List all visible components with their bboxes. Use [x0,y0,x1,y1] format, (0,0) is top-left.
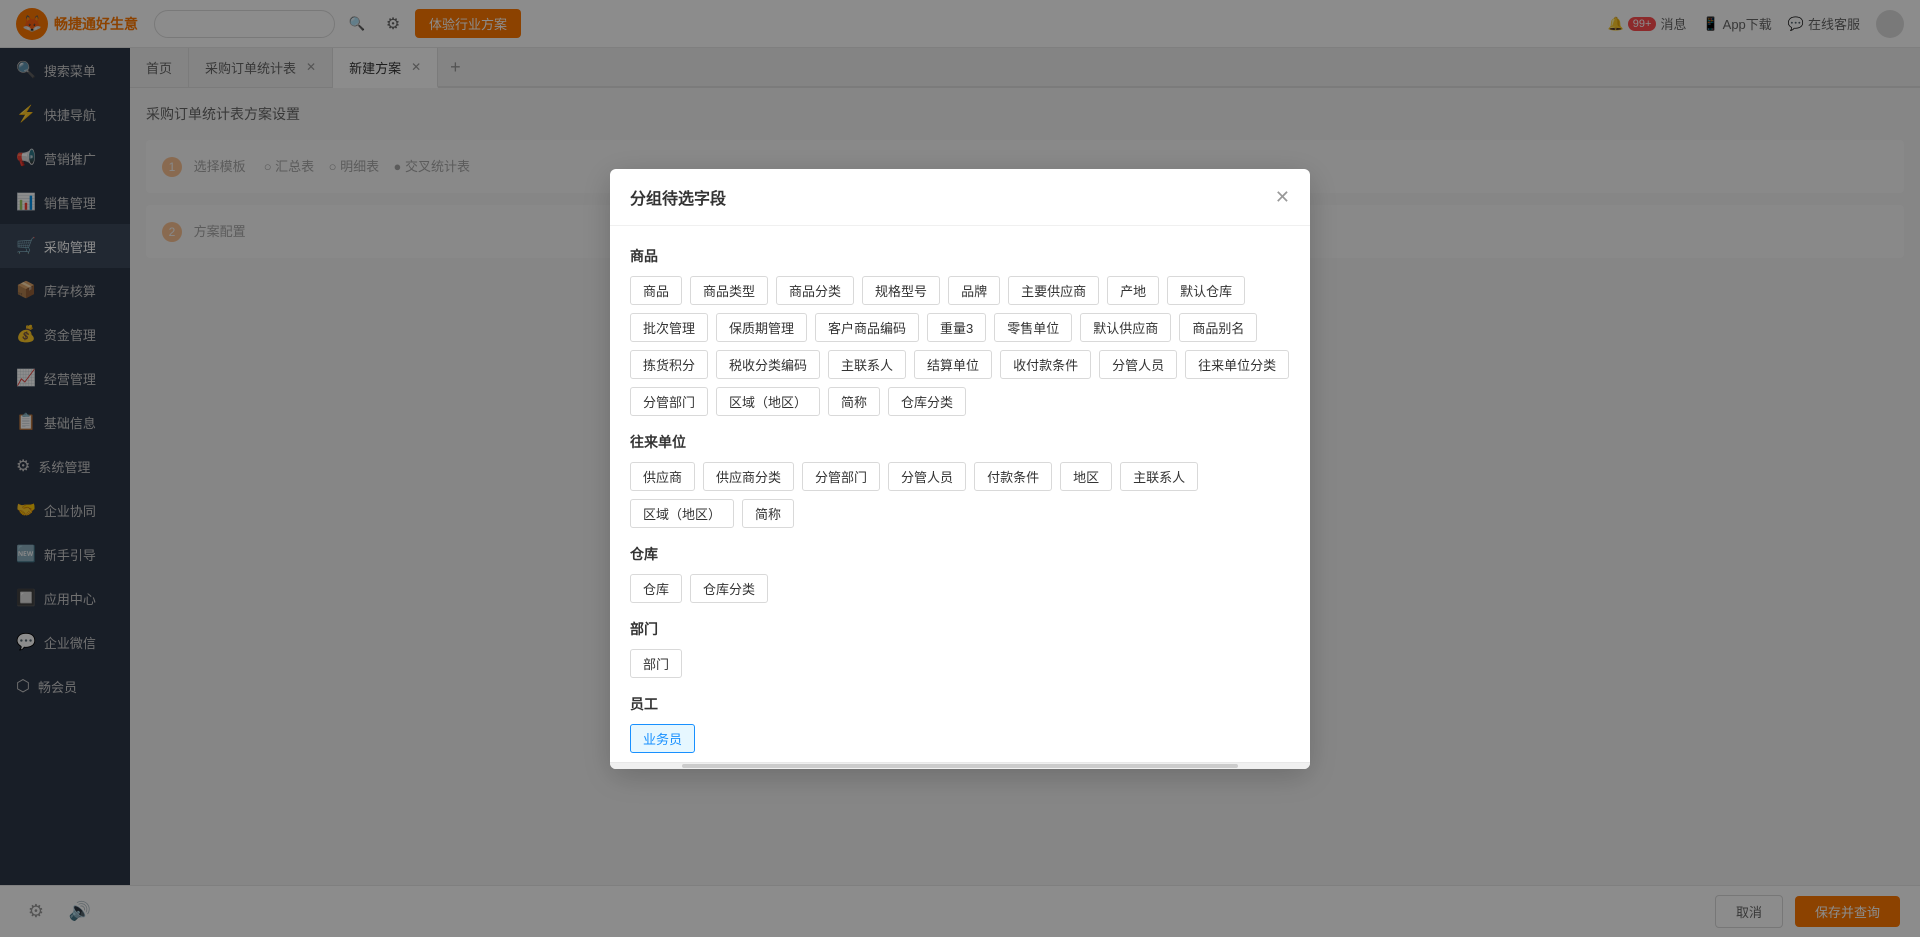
field-tag[interactable]: 拣货积分 [630,350,708,379]
field-tag[interactable]: 分管人员 [1099,350,1177,379]
field-tag[interactable]: 结算单位 [914,350,992,379]
field-tag[interactable]: 业务员 [630,724,695,753]
field-tag[interactable]: 税收分类编码 [716,350,820,379]
field-tag[interactable]: 批次管理 [630,313,708,342]
field-tag[interactable]: 主要供应商 [1008,276,1099,305]
field-tag[interactable]: 商品分类 [776,276,854,305]
modal-body[interactable]: 商品商品商品类型商品分类规格型号品牌主要供应商产地默认仓库批次管理保质期管理客户… [610,226,1310,762]
field-tag[interactable]: 收付款条件 [1000,350,1091,379]
field-tag[interactable]: 供应商 [630,462,695,491]
h-scroll-thumb [682,764,1239,768]
section-partners: 往来单位供应商供应商分类分管部门分管人员付款条件地区主联系人区域（地区） 简称 [630,432,1290,528]
section-label-employee: 员工 [630,694,1290,714]
field-tag[interactable]: 简称 [742,499,794,528]
section-employee: 员工业务员 [630,694,1290,753]
field-tag[interactable]: 客户商品编码 [815,313,919,342]
field-tag[interactable]: 零售单位 [994,313,1072,342]
field-tag[interactable]: 商品类型 [690,276,768,305]
section-label-partners: 往来单位 [630,432,1290,452]
field-tag[interactable]: 供应商分类 [703,462,794,491]
tag-group-warehouse: 仓库仓库分类 [630,574,1290,603]
modal-title: 分组待选字段 [630,185,726,209]
field-tag[interactable]: 往来单位分类 [1185,350,1289,379]
field-tag[interactable]: 区域（地区） [716,387,820,416]
section-label-department: 部门 [630,619,1290,639]
field-tag[interactable]: 规格型号 [862,276,940,305]
modal-close-button[interactable]: ✕ [1275,188,1290,206]
field-tag[interactable]: 付款条件 [974,462,1052,491]
field-tag[interactable]: 主联系人 [828,350,906,379]
field-tag[interactable]: 仓库 [630,574,682,603]
field-tag[interactable]: 保质期管理 [716,313,807,342]
section-label-warehouse: 仓库 [630,544,1290,564]
section-goods: 商品商品商品类型商品分类规格型号品牌主要供应商产地默认仓库批次管理保质期管理客户… [630,246,1290,416]
field-tag[interactable]: 分管部门 [802,462,880,491]
field-tag[interactable]: 分管人员 [888,462,966,491]
field-tag[interactable]: 地区 [1060,462,1112,491]
modal-overlay: 分组待选字段 ✕ 商品商品商品类型商品分类规格型号品牌主要供应商产地默认仓库批次… [0,0,1920,937]
field-tag[interactable]: 区域（地区） [630,499,734,528]
field-tag[interactable]: 品牌 [948,276,1000,305]
tag-group-partners: 供应商供应商分类分管部门分管人员付款条件地区主联系人区域（地区） 简称 [630,462,1290,528]
modal-horizontal-scrollbar[interactable] [610,762,1310,769]
field-tag[interactable]: 重量3 [927,313,986,342]
section-label-goods: 商品 [630,246,1290,266]
field-tag[interactable]: 默认供应商 [1080,313,1171,342]
field-tag[interactable]: 商品 [630,276,682,305]
field-tag[interactable]: 简称 [828,387,880,416]
field-tag[interactable]: 产地 [1107,276,1159,305]
section-warehouse: 仓库仓库仓库分类 [630,544,1290,603]
tag-group-employee: 业务员 [630,724,1290,753]
field-selection-modal: 分组待选字段 ✕ 商品商品商品类型商品分类规格型号品牌主要供应商产地默认仓库批次… [610,169,1310,769]
field-tag[interactable]: 部门 [630,649,682,678]
field-tag[interactable]: 仓库分类 [690,574,768,603]
field-tag[interactable]: 商品别名 [1179,313,1257,342]
field-tag[interactable]: 分管部门 [630,387,708,416]
field-tag[interactable]: 默认仓库 [1167,276,1245,305]
modal-header: 分组待选字段 ✕ [610,169,1310,226]
field-tag[interactable]: 仓库分类 [888,387,966,416]
tag-group-goods: 商品商品类型商品分类规格型号品牌主要供应商产地默认仓库批次管理保质期管理客户商品… [630,276,1290,416]
tag-group-department: 部门 [630,649,1290,678]
section-department: 部门部门 [630,619,1290,678]
field-tag[interactable]: 主联系人 [1120,462,1198,491]
